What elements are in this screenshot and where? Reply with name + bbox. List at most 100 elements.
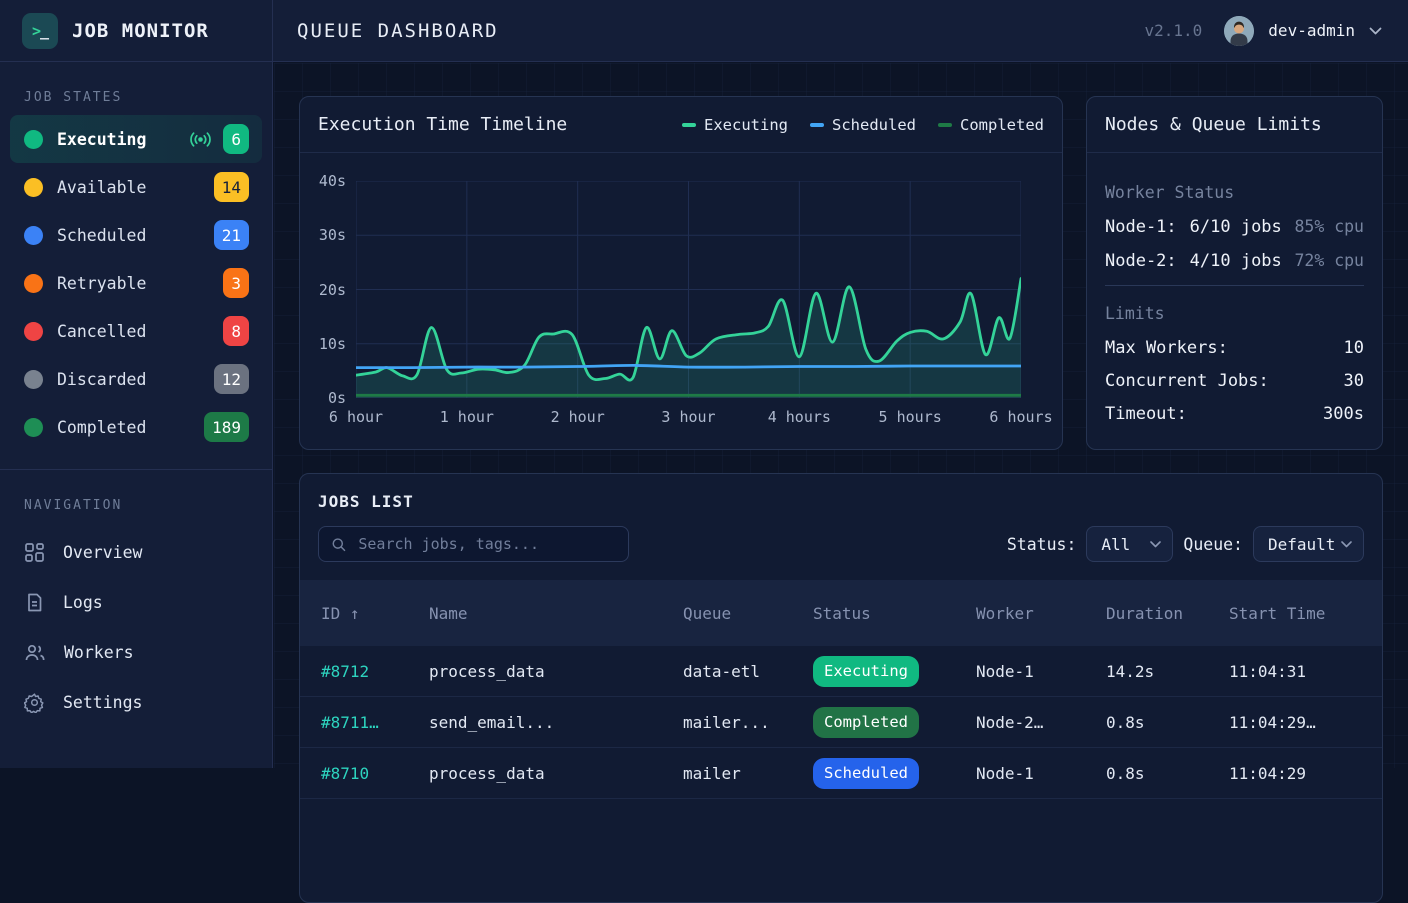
col-id[interactable]: ID ↑ bbox=[321, 604, 429, 623]
sidebar: JOB STATES Executing 6 Available 14 Sche… bbox=[0, 62, 273, 768]
search-jobs-input-wrap bbox=[318, 526, 629, 562]
status-dot bbox=[24, 370, 43, 389]
node-status-row: Node-2: 4/10 jobs 72% cpu bbox=[1105, 251, 1364, 271]
count-badge: 21 bbox=[214, 220, 249, 250]
table-row[interactable]: #8711… send_email... mailer... Completed… bbox=[300, 697, 1382, 748]
job-id-link[interactable]: #8712 bbox=[321, 662, 429, 681]
chevron-down-icon[interactable] bbox=[1369, 27, 1382, 35]
sidebar-item-settings[interactable]: Settings bbox=[10, 677, 262, 727]
live-signal-icon bbox=[188, 132, 213, 147]
brand: >_ JOB MONITOR bbox=[0, 0, 273, 61]
navigation-heading: NAVIGATION bbox=[0, 470, 272, 523]
limit-row: Max Workers: 10 bbox=[1105, 338, 1364, 358]
chevron-down-icon bbox=[1341, 541, 1352, 548]
status-badge: Executing bbox=[813, 656, 919, 687]
x-tick-label: 2 hour bbox=[551, 408, 605, 426]
col-start-time[interactable]: Start Time bbox=[1229, 604, 1361, 623]
chart-body: 40s30s20s10s0s 6 hour1 hour2 hour3 hour4… bbox=[300, 153, 1062, 450]
col-queue[interactable]: Queue bbox=[683, 604, 813, 623]
navigation-list: Overview Logs Workers Settings bbox=[0, 523, 272, 731]
sidebar-item-logs[interactable]: Logs bbox=[10, 577, 262, 627]
x-tick-label: 5 hours bbox=[879, 408, 942, 426]
table-row[interactable]: #8710 process_data mailer Scheduled Node… bbox=[300, 748, 1382, 799]
grid-icon bbox=[24, 542, 45, 563]
status-dot bbox=[24, 130, 43, 149]
legend-item: Completed bbox=[938, 116, 1044, 134]
top-bar: >_ JOB MONITOR QUEUE DASHBOARD v2.1.0 de… bbox=[0, 0, 1408, 62]
limits-heading: Limits bbox=[1105, 304, 1364, 323]
x-axis-labels: 6 hour1 hour2 hour3 hour4 hours5 hours6 … bbox=[356, 408, 1021, 428]
chevron-down-icon bbox=[1150, 541, 1161, 548]
search-input[interactable] bbox=[358, 535, 616, 553]
y-tick-label: 40s bbox=[319, 172, 346, 190]
sidebar-item-scheduled[interactable]: Scheduled 21 bbox=[10, 211, 262, 259]
table-row[interactable]: #8712 process_data data-etl Executing No… bbox=[300, 646, 1382, 697]
sidebar-item-completed[interactable]: Completed 189 bbox=[10, 403, 262, 451]
y-tick-label: 0s bbox=[328, 389, 346, 407]
version-label: v2.1.0 bbox=[1145, 21, 1203, 40]
status-dot bbox=[24, 274, 43, 293]
count-badge: 3 bbox=[223, 268, 249, 298]
y-tick-label: 10s bbox=[319, 335, 346, 353]
sidebar-item-executing[interactable]: Executing 6 bbox=[10, 115, 262, 163]
sidebar-item-discarded[interactable]: Discarded 12 bbox=[10, 355, 262, 403]
limit-row: Timeout: 300s bbox=[1105, 404, 1364, 424]
app-title: JOB MONITOR bbox=[72, 20, 209, 42]
nodes-queue-limits-panel: Nodes & Queue Limits Worker Status Node-… bbox=[1086, 96, 1383, 450]
chart-legend: ExecutingScheduledCompleted bbox=[682, 116, 1044, 134]
sidebar-item-workers[interactable]: Workers bbox=[10, 627, 262, 677]
legend-item: Executing bbox=[682, 116, 788, 134]
worker-status-heading: Worker Status bbox=[1105, 183, 1364, 202]
job-id-link[interactable]: #8710 bbox=[321, 764, 429, 783]
job-id-link[interactable]: #8711… bbox=[321, 713, 429, 732]
main-content: Execution Time Timeline ExecutingSchedul… bbox=[274, 63, 1408, 768]
timeline-plot bbox=[356, 181, 1021, 398]
job-states-heading: JOB STATES bbox=[0, 62, 272, 115]
jobs-list-title: JOBS LIST bbox=[318, 492, 1364, 511]
execution-timeline-panel: Execution Time Timeline ExecutingSchedul… bbox=[299, 96, 1063, 450]
queue-filter-label: Queue: bbox=[1183, 535, 1243, 554]
sidebar-item-available[interactable]: Available 14 bbox=[10, 163, 262, 211]
jobs-list-panel: JOBS LIST Status: All Queue: Default bbox=[299, 473, 1383, 903]
limit-row: Concurrent Jobs: 30 bbox=[1105, 371, 1364, 391]
count-badge: 12 bbox=[214, 364, 249, 394]
status-dot bbox=[24, 178, 43, 197]
status-filter-label: Status: bbox=[1007, 535, 1077, 554]
terminal-logo-icon: >_ bbox=[22, 13, 58, 49]
col-duration[interactable]: Duration bbox=[1106, 604, 1229, 623]
people-icon bbox=[24, 642, 46, 663]
status-dot bbox=[24, 322, 43, 341]
status-badge: Completed bbox=[813, 707, 919, 738]
x-tick-label: 3 hour bbox=[661, 408, 715, 426]
gear-icon bbox=[24, 692, 45, 713]
count-badge: 6 bbox=[223, 124, 249, 154]
x-tick-label: 4 hours bbox=[768, 408, 831, 426]
y-tick-label: 30s bbox=[319, 226, 346, 244]
page-title: QUEUE DASHBOARD bbox=[297, 20, 499, 42]
count-badge: 8 bbox=[223, 316, 249, 346]
sidebar-item-overview[interactable]: Overview bbox=[10, 527, 262, 577]
jobs-table-header: ID ↑ Name Queue Status Worker Duration S… bbox=[300, 580, 1382, 646]
count-badge: 14 bbox=[214, 172, 249, 202]
sidebar-item-cancelled[interactable]: Cancelled 8 bbox=[10, 307, 262, 355]
user-menu[interactable]: dev-admin bbox=[1268, 21, 1355, 40]
queue-filter-select[interactable]: Default bbox=[1253, 526, 1364, 562]
document-icon bbox=[24, 592, 45, 613]
chart-title: Execution Time Timeline bbox=[318, 114, 567, 135]
job-states-list: Executing 6 Available 14 Scheduled 21 Re… bbox=[0, 115, 272, 451]
count-badge: 189 bbox=[204, 412, 249, 442]
status-filter-select[interactable]: All bbox=[1086, 526, 1173, 562]
node-status-row: Node-1: 6/10 jobs 85% cpu bbox=[1105, 217, 1364, 237]
avatar[interactable] bbox=[1224, 16, 1254, 46]
sidebar-item-retryable[interactable]: Retryable 3 bbox=[10, 259, 262, 307]
col-name[interactable]: Name bbox=[429, 604, 683, 623]
y-axis-labels: 40s30s20s10s0s bbox=[300, 181, 346, 398]
x-tick-label: 6 hour bbox=[329, 408, 383, 426]
search-icon bbox=[331, 536, 346, 553]
y-tick-label: 20s bbox=[319, 281, 346, 299]
status-dot bbox=[24, 418, 43, 437]
col-worker[interactable]: Worker bbox=[976, 604, 1106, 623]
status-dot bbox=[24, 226, 43, 245]
col-status[interactable]: Status bbox=[813, 604, 976, 623]
jobs-table: ID ↑ Name Queue Status Worker Duration S… bbox=[300, 580, 1382, 799]
